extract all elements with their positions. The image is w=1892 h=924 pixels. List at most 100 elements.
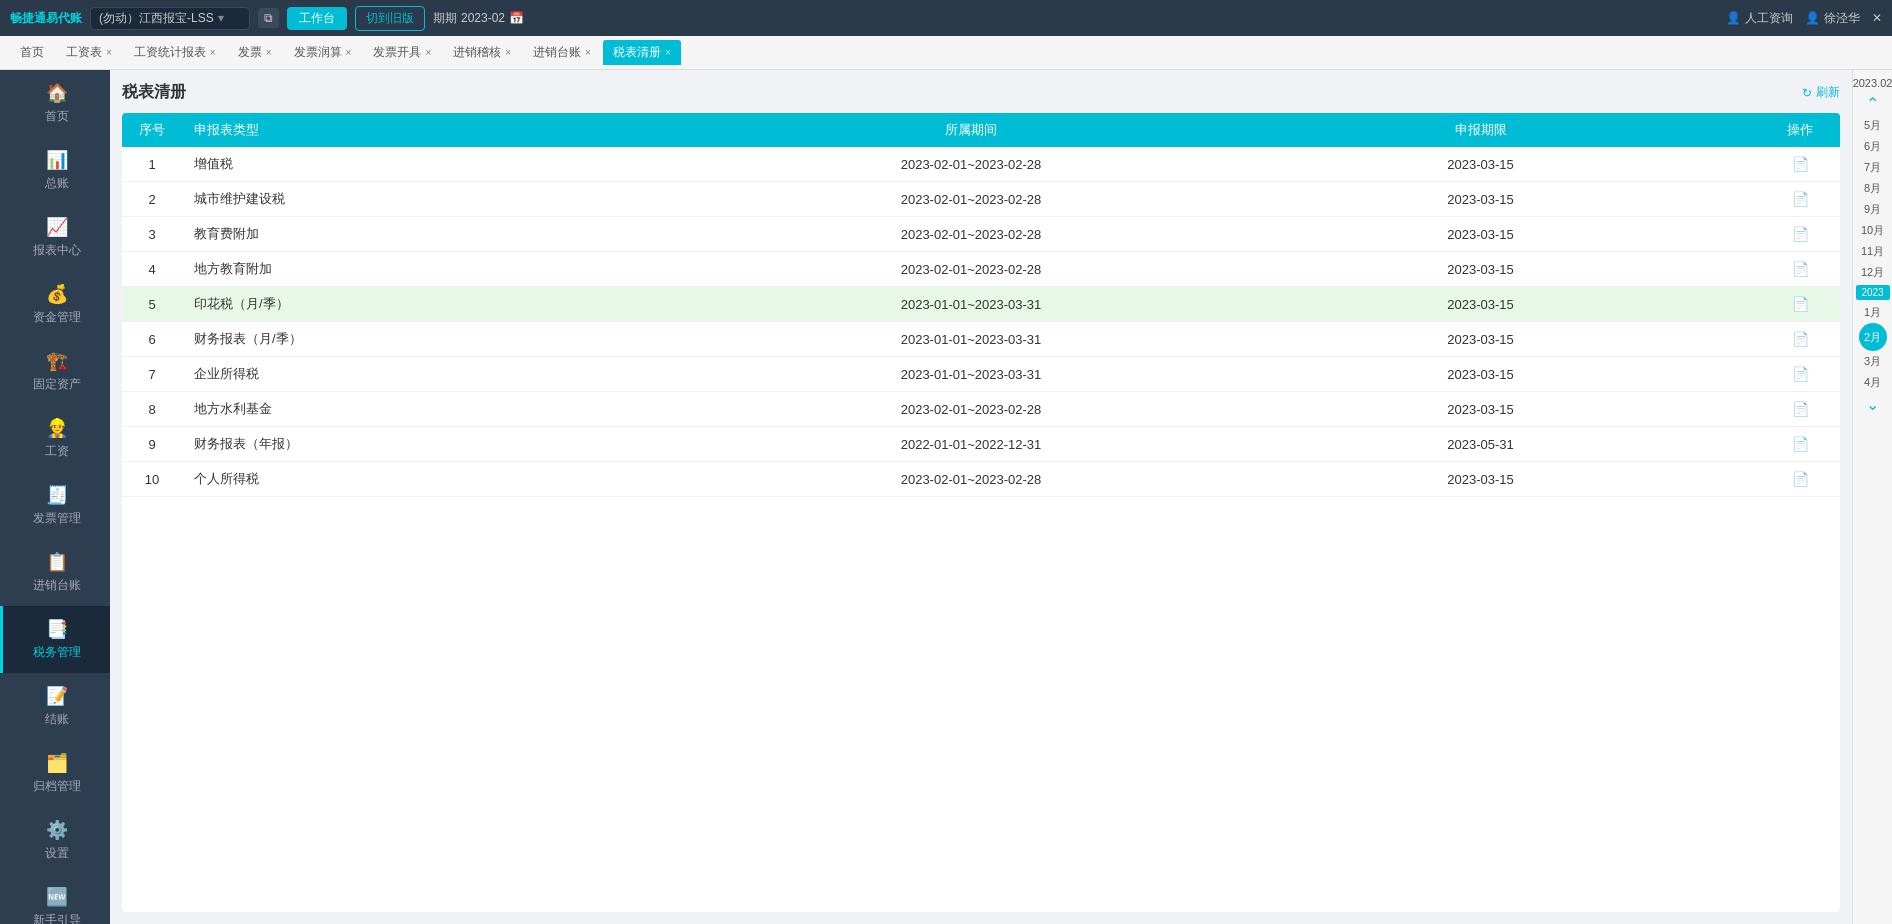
user-profile[interactable]: 👤 徐泾华	[1805, 10, 1860, 27]
home-icon: 🏠	[46, 82, 68, 104]
tax-register-table: 序号 申报表类型 所属期间 申报期限 操作 1 增值税 2023-02-01~2…	[122, 113, 1840, 497]
tab-payroll-close[interactable]: ×	[106, 47, 112, 58]
action-edit-icon[interactable]: 📄	[1792, 226, 1809, 242]
tab-invoice-open-label: 发票开具	[373, 44, 421, 61]
tab-bar: 首页 工资表 × 工资统计报表 × 发票 × 发票润算 × 发票开具 × 进销稽…	[0, 36, 1892, 70]
month-item-3[interactable]: 3月	[1856, 351, 1890, 372]
month-item-4[interactable]: 4月	[1856, 372, 1890, 393]
switch-old-button[interactable]: 切到旧版	[355, 6, 425, 31]
panel-scroll-up-icon[interactable]: ⌃	[1864, 92, 1881, 115]
month-item-11[interactable]: 11月	[1856, 241, 1890, 262]
sidebar-item-settings-label: 设置	[45, 845, 69, 862]
action-edit-icon[interactable]: 📄	[1792, 296, 1809, 312]
top-bar: 畅捷通易代账 (勿动）江西报宝-LSS ▾ ⧉ 工作台 切到旧版 期期 2023…	[0, 0, 1892, 36]
month-item-1[interactable]: 1月	[1856, 302, 1890, 323]
cell-type: 财务报表（月/季）	[182, 322, 741, 357]
tab-payroll[interactable]: 工资表 ×	[56, 40, 122, 65]
period-display: 期期 2023-02 📅	[433, 10, 524, 27]
action-edit-icon[interactable]: 📄	[1792, 436, 1809, 452]
month-item-10[interactable]: 10月	[1856, 220, 1890, 241]
tab-audit[interactable]: 进销稽核 ×	[443, 40, 521, 65]
month-item-5[interactable]: 5月	[1856, 115, 1890, 136]
tab-tax-register[interactable]: 税表清册 ×	[603, 40, 681, 65]
sidebar-item-sales-ledger[interactable]: 📋 进销台账	[0, 539, 110, 606]
col-header-period: 所属期间	[741, 113, 1201, 147]
tab-invoice-calc-close[interactable]: ×	[346, 47, 352, 58]
sidebar-item-tax-mgmt[interactable]: 📑 税务管理	[0, 606, 110, 673]
cell-seq: 10	[122, 462, 182, 497]
sidebar-item-home[interactable]: 🏠 首页	[0, 70, 110, 137]
tab-ledger-close[interactable]: ×	[585, 47, 591, 58]
action-edit-icon[interactable]: 📄	[1792, 191, 1809, 207]
tab-payroll-stats[interactable]: 工资统计报表 ×	[124, 40, 226, 65]
action-edit-icon[interactable]: 📄	[1792, 366, 1809, 382]
cell-type: 企业所得税	[182, 357, 741, 392]
sidebar-item-report-center[interactable]: 📈 报表中心	[0, 204, 110, 271]
tab-audit-close[interactable]: ×	[505, 47, 511, 58]
sidebar-item-guide[interactable]: 🆕 新手引导	[0, 874, 110, 924]
calendar-icon[interactable]: 📅	[509, 11, 524, 25]
table-row: 9 财务报表（年报） 2022-01-01~2022-12-31 2023-05…	[122, 427, 1840, 462]
tab-invoice-open[interactable]: 发票开具 ×	[363, 40, 441, 65]
company-selector[interactable]: (勿动）江西报宝-LSS ▾	[90, 7, 250, 30]
panel-scroll-down-icon[interactable]: ⌄	[1864, 393, 1881, 416]
sidebar-item-payroll[interactable]: 👷 工资	[0, 405, 110, 472]
user-avatar-icon: 👤	[1805, 11, 1820, 25]
cell-deadline: 2023-03-15	[1201, 182, 1760, 217]
month-item-9[interactable]: 9月	[1856, 199, 1890, 220]
report-icon: 📈	[46, 216, 68, 238]
tab-invoice-close[interactable]: ×	[266, 47, 272, 58]
action-edit-icon[interactable]: 📄	[1792, 331, 1809, 347]
cell-action: 📄	[1760, 462, 1840, 497]
cell-period: 2023-02-01~2023-02-28	[741, 182, 1201, 217]
tab-payroll-stats-close[interactable]: ×	[210, 47, 216, 58]
month-item-2-active[interactable]: 2月	[1859, 323, 1887, 351]
cell-period: 2023-02-01~2023-02-28	[741, 392, 1201, 427]
cell-period: 2023-02-01~2023-02-28	[741, 147, 1201, 182]
tab-ledger[interactable]: 进销台账 ×	[523, 40, 601, 65]
fixed-assets-icon: 🏗️	[46, 350, 68, 372]
cell-deadline: 2023-03-15	[1201, 217, 1760, 252]
year-2023-label[interactable]: 2023	[1856, 285, 1890, 300]
month-item-8[interactable]: 8月	[1856, 178, 1890, 199]
cell-seq: 1	[122, 147, 182, 182]
sidebar-item-fixed-assets[interactable]: 🏗️ 固定资产	[0, 338, 110, 405]
table-row: 10 个人所得税 2023-02-01~2023-02-28 2023-03-1…	[122, 462, 1840, 497]
cell-type: 印花税（月/季）	[182, 287, 741, 322]
tab-invoice[interactable]: 发票 ×	[228, 40, 282, 65]
tax-register-table-wrapper: 序号 申报表类型 所属期间 申报期限 操作 1 增值税 2023-02-01~2…	[122, 113, 1840, 912]
tab-invoice-open-close[interactable]: ×	[425, 47, 431, 58]
cell-type: 城市维护建设税	[182, 182, 741, 217]
sidebar-item-settings[interactable]: ⚙️ 设置	[0, 807, 110, 874]
cell-action: 📄	[1760, 357, 1840, 392]
copy-icon-btn[interactable]: ⧉	[258, 8, 279, 28]
sidebar-item-closing[interactable]: 📝 结账	[0, 673, 110, 740]
top-bar-close-icon[interactable]: ✕	[1872, 11, 1882, 25]
month-item-6[interactable]: 6月	[1856, 136, 1890, 157]
tab-invoice-label: 发票	[238, 44, 262, 61]
action-edit-icon[interactable]: 📄	[1792, 261, 1809, 277]
sidebar-item-guide-label: 新手引导	[33, 912, 81, 924]
table-header-row: 序号 申报表类型 所属期间 申报期限 操作	[122, 113, 1840, 147]
tab-home[interactable]: 首页	[10, 40, 54, 65]
tab-tax-register-close[interactable]: ×	[665, 47, 671, 58]
right-panel-header: 2023.02	[1852, 74, 1892, 92]
action-edit-icon[interactable]: 📄	[1792, 401, 1809, 417]
ai-consult[interactable]: 👤 人工资询	[1726, 10, 1793, 27]
month-item-12[interactable]: 12月	[1856, 262, 1890, 283]
action-edit-icon[interactable]: 📄	[1792, 471, 1809, 487]
workbench-button[interactable]: 工作台	[287, 7, 347, 30]
sidebar-item-funds[interactable]: 💰 资金管理	[0, 271, 110, 338]
sidebar-item-invoice-mgmt[interactable]: 🧾 发票管理	[0, 472, 110, 539]
month-item-7[interactable]: 7月	[1856, 157, 1890, 178]
sidebar-item-tax-mgmt-label: 税务管理	[33, 644, 81, 661]
tab-invoice-calc[interactable]: 发票润算 ×	[284, 40, 362, 65]
sidebar-item-ledger[interactable]: 📊 总账	[0, 137, 110, 204]
action-edit-icon[interactable]: 📄	[1792, 156, 1809, 172]
funds-icon: 💰	[46, 283, 68, 305]
sidebar-item-archive[interactable]: 🗂️ 归档管理	[0, 740, 110, 807]
payroll-icon: 👷	[46, 417, 68, 439]
refresh-button[interactable]: ↻ 刷新	[1802, 84, 1840, 101]
cell-deadline: 2023-03-15	[1201, 147, 1760, 182]
cell-deadline: 2023-05-31	[1201, 427, 1760, 462]
